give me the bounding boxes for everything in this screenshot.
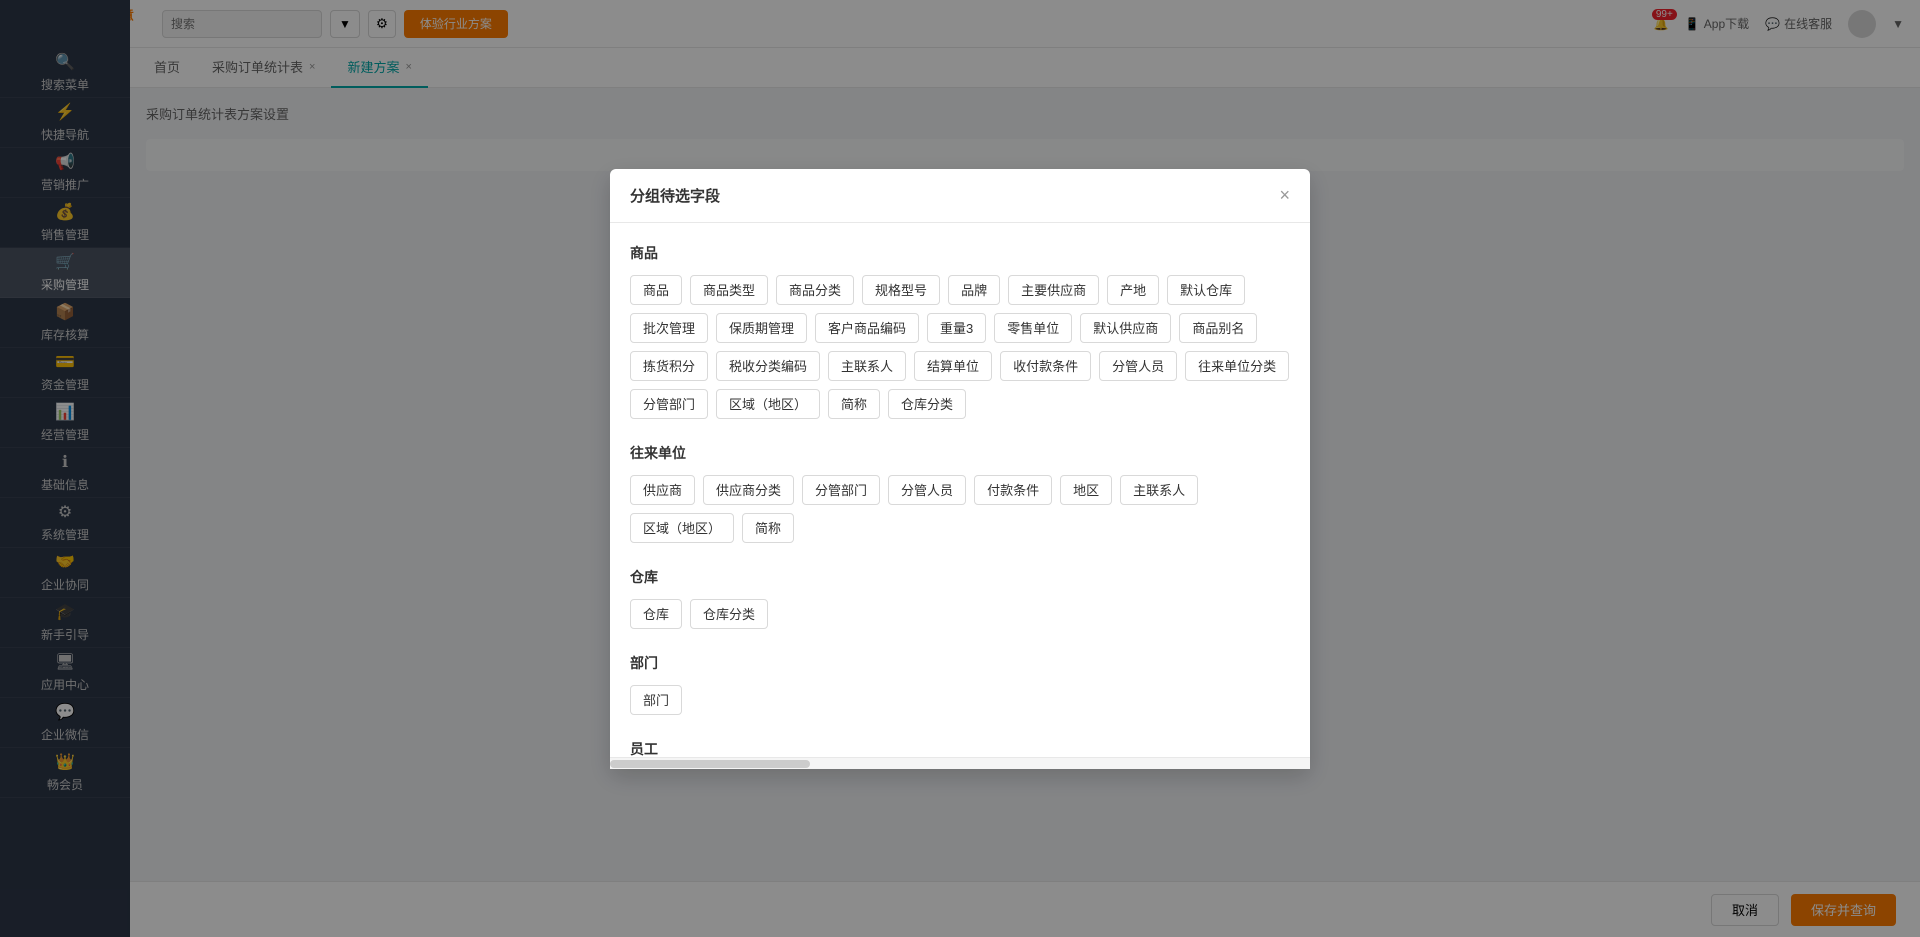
field-section-2: 仓库仓库仓库分类 — [630, 567, 1290, 629]
field-tag-0-25[interactable]: 仓库分类 — [888, 389, 966, 419]
modal-overlay: 分组待选字段 × 商品商品商品类型商品分类规格型号品牌主要供应商产地默认仓库批次… — [0, 0, 1920, 937]
field-tag-0-3[interactable]: 规格型号 — [862, 275, 940, 305]
section-title-4: 员工 — [630, 739, 1290, 757]
field-tag-3-0[interactable]: 部门 — [630, 685, 682, 715]
section-title-0: 商品 — [630, 243, 1290, 263]
field-tag-2-1[interactable]: 仓库分类 — [690, 599, 768, 629]
field-tag-0-15[interactable]: 拣货积分 — [630, 351, 708, 381]
modal: 分组待选字段 × 商品商品商品类型商品分类规格型号品牌主要供应商产地默认仓库批次… — [610, 169, 1310, 769]
field-tag-1-6[interactable]: 主联系人 — [1120, 475, 1198, 505]
field-tag-1-3[interactable]: 分管人员 — [888, 475, 966, 505]
field-tag-0-9[interactable]: 保质期管理 — [716, 313, 807, 343]
field-section-0: 商品商品商品类型商品分类规格型号品牌主要供应商产地默认仓库批次管理保质期管理客户… — [630, 243, 1290, 419]
field-tag-0-10[interactable]: 客户商品编码 — [815, 313, 919, 343]
field-tag-0-13[interactable]: 默认供应商 — [1080, 313, 1171, 343]
field-tag-0-19[interactable]: 收付款条件 — [1000, 351, 1091, 381]
modal-body[interactable]: 商品商品商品类型商品分类规格型号品牌主要供应商产地默认仓库批次管理保质期管理客户… — [610, 223, 1310, 757]
field-section-1: 往来单位供应商供应商分类分管部门分管人员付款条件地区主联系人区域（地区） 简称 — [630, 443, 1290, 543]
field-tag-0-8[interactable]: 批次管理 — [630, 313, 708, 343]
field-tag-0-1[interactable]: 商品类型 — [690, 275, 768, 305]
field-tag-0-22[interactable]: 分管部门 — [630, 389, 708, 419]
field-tag-0-21[interactable]: 往来单位分类 — [1185, 351, 1289, 381]
field-section-4: 员工业务员 — [630, 739, 1290, 757]
field-tag-0-24[interactable]: 简称 — [828, 389, 880, 419]
modal-horizontal-scrollbar[interactable] — [610, 757, 1310, 769]
section-title-3: 部门 — [630, 653, 1290, 673]
field-tag-1-4[interactable]: 付款条件 — [974, 475, 1052, 505]
field-section-3: 部门部门 — [630, 653, 1290, 715]
field-tag-1-2[interactable]: 分管部门 — [802, 475, 880, 505]
field-tag-0-23[interactable]: 区域（地区） — [716, 389, 820, 419]
field-tag-1-5[interactable]: 地区 — [1060, 475, 1112, 505]
field-tag-1-1[interactable]: 供应商分类 — [703, 475, 794, 505]
field-tag-0-0[interactable]: 商品 — [630, 275, 682, 305]
field-tag-0-2[interactable]: 商品分类 — [776, 275, 854, 305]
field-tag-1-0[interactable]: 供应商 — [630, 475, 695, 505]
field-tag-0-11[interactable]: 重量3 — [927, 313, 986, 343]
scrollbar-thumb — [610, 760, 810, 768]
field-tags-0: 商品商品类型商品分类规格型号品牌主要供应商产地默认仓库批次管理保质期管理客户商品… — [630, 275, 1290, 419]
modal-header: 分组待选字段 × — [610, 169, 1310, 223]
field-tag-0-20[interactable]: 分管人员 — [1099, 351, 1177, 381]
field-tag-0-4[interactable]: 品牌 — [948, 275, 1000, 305]
section-title-1: 往来单位 — [630, 443, 1290, 463]
field-tag-1-8[interactable]: 简称 — [742, 513, 794, 543]
field-tag-1-7[interactable]: 区域（地区） — [630, 513, 734, 543]
field-tag-0-6[interactable]: 产地 — [1107, 275, 1159, 305]
modal-close-btn[interactable]: × — [1279, 186, 1290, 204]
section-title-2: 仓库 — [630, 567, 1290, 587]
field-tag-0-5[interactable]: 主要供应商 — [1008, 275, 1099, 305]
modal-title: 分组待选字段 — [630, 185, 720, 206]
field-tag-0-18[interactable]: 结算单位 — [914, 351, 992, 381]
field-tag-0-14[interactable]: 商品别名 — [1179, 313, 1257, 343]
field-tag-0-17[interactable]: 主联系人 — [828, 351, 906, 381]
field-tag-0-7[interactable]: 默认仓库 — [1167, 275, 1245, 305]
field-tag-0-12[interactable]: 零售单位 — [994, 313, 1072, 343]
field-tag-0-16[interactable]: 税收分类编码 — [716, 351, 820, 381]
field-tags-3: 部门 — [630, 685, 1290, 715]
field-tag-2-0[interactable]: 仓库 — [630, 599, 682, 629]
field-tags-2: 仓库仓库分类 — [630, 599, 1290, 629]
field-tags-1: 供应商供应商分类分管部门分管人员付款条件地区主联系人区域（地区） 简称 — [630, 475, 1290, 543]
